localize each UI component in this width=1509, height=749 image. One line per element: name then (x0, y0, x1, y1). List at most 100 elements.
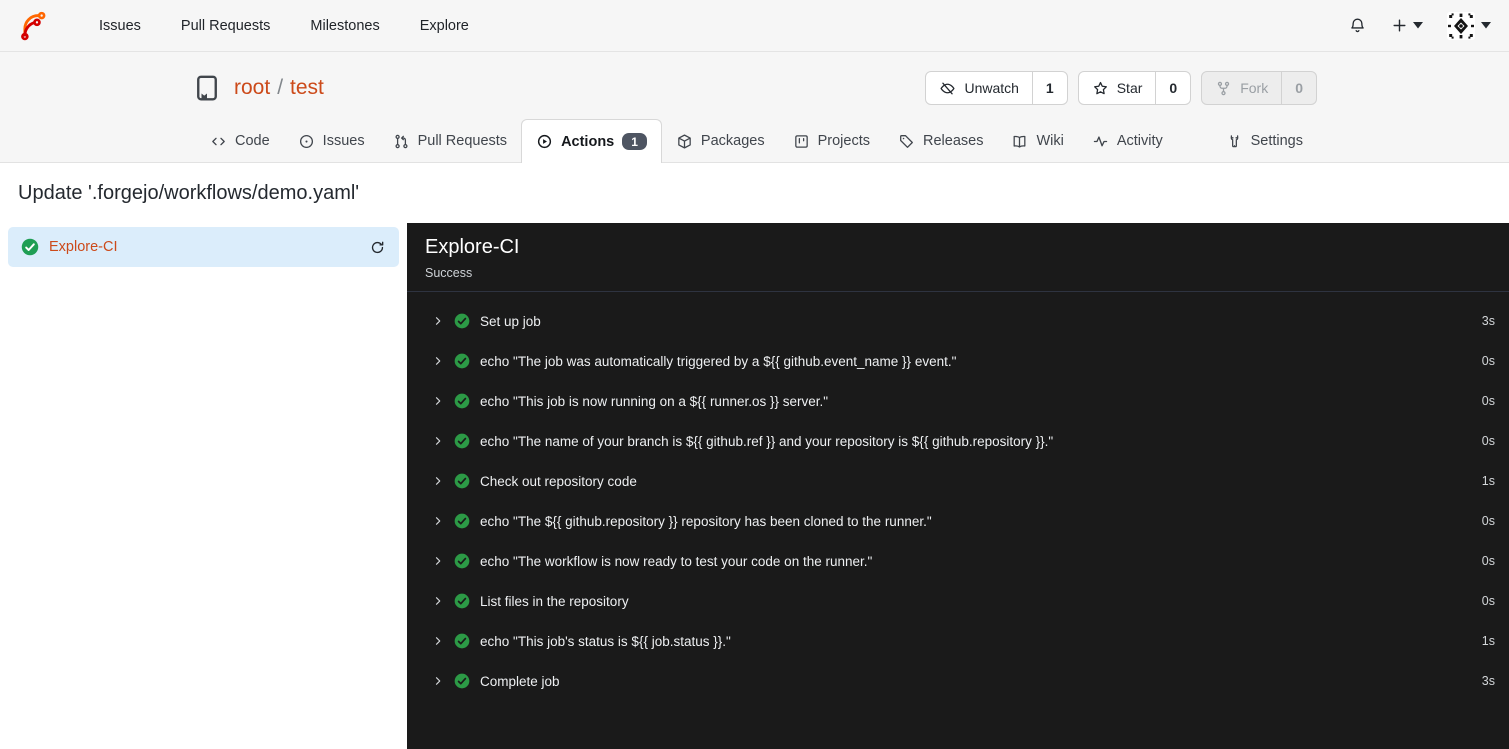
check-circle-icon (454, 513, 470, 529)
step-name: echo "The name of your branch is ${{ git… (480, 433, 1054, 449)
tab-packages-label: Packages (700, 133, 765, 149)
job-title: Explore-CI (425, 236, 520, 258)
step-duration: 0s (1481, 394, 1495, 408)
user-avatar[interactable] (1447, 11, 1475, 40)
chevron-down-icon (1413, 22, 1423, 29)
unwatch-button[interactable]: Unwatch 1 (925, 71, 1068, 105)
step-name: List files in the repository (480, 593, 629, 609)
chevron-right-icon[interactable] (432, 635, 444, 647)
watch-count[interactable]: 1 (1031, 72, 1067, 104)
step-row[interactable]: Complete job 3s (407, 661, 1509, 701)
pull-request-icon (395, 134, 408, 148)
step-duration: 0s (1481, 354, 1495, 368)
tab-actions[interactable]: Actions 1 (521, 119, 662, 163)
check-circle-icon (454, 633, 470, 649)
tab-settings[interactable]: Settings (1212, 120, 1317, 162)
nav-issues[interactable]: Issues (79, 0, 161, 52)
job-status: Success (425, 266, 473, 280)
actions-count-badge: 1 (622, 133, 647, 150)
tab-wiki[interactable]: Wiki (997, 120, 1077, 162)
tab-releases[interactable]: Releases (884, 120, 997, 162)
chevron-right-icon[interactable] (432, 395, 444, 407)
star-button[interactable]: Star 0 (1077, 71, 1192, 105)
step-duration: 1s (1481, 474, 1495, 488)
step-row[interactable]: echo "The ${{ github.repository }} repos… (407, 501, 1509, 541)
project-board-icon (794, 134, 808, 148)
step-name: echo "This job is now running on a ${{ r… (480, 393, 829, 409)
fork-label: Fork (1240, 80, 1269, 96)
step-name: Complete job (480, 673, 560, 689)
tag-icon (900, 134, 913, 148)
chevron-right-icon[interactable] (432, 595, 444, 607)
step-name: Set up job (480, 313, 541, 329)
nav-pull-requests[interactable]: Pull Requests (161, 0, 290, 52)
repo-breadcrumb: root / test (234, 76, 324, 100)
step-row[interactable]: echo "This job is now running on a ${{ r… (407, 381, 1509, 421)
check-circle-icon (454, 353, 470, 369)
primary-nav: Issues Pull Requests Milestones Explore (79, 0, 489, 52)
repository-book-icon (192, 73, 222, 103)
tab-releases-label: Releases (923, 133, 984, 149)
step-row[interactable]: echo "The name of your branch is ${{ git… (407, 421, 1509, 461)
job-log-panel: Explore-CI Success Set up job 3s echo "T… (407, 223, 1509, 749)
step-row[interactable]: echo "The workflow is now ready to test … (407, 541, 1509, 581)
chevron-right-icon[interactable] (432, 675, 444, 687)
tab-packages[interactable]: Packages (662, 120, 779, 162)
step-duration: 0s (1481, 514, 1495, 528)
tab-projects[interactable]: Projects (779, 120, 884, 162)
run-view: Explore-CI Explore-CI Success Set up job… (0, 223, 1509, 749)
job-name: Explore-CI (49, 239, 118, 255)
check-circle-icon (454, 673, 470, 689)
fork-button[interactable]: Fork 0 (1201, 71, 1317, 105)
create-new-button[interactable] (1391, 17, 1423, 34)
chevron-right-icon[interactable] (432, 355, 444, 367)
tab-issues[interactable]: Issues (284, 120, 379, 162)
step-row[interactable]: List files in the repository 0s (407, 581, 1509, 621)
success-check-icon (21, 238, 39, 256)
eye-off-icon (940, 82, 955, 94)
step-row[interactable]: Set up job 3s (407, 301, 1509, 341)
nav-milestones[interactable]: Milestones (290, 0, 399, 52)
issue-circle-icon (299, 134, 313, 148)
tab-issues-label: Issues (322, 133, 365, 149)
step-row[interactable]: echo "The job was automatically triggere… (407, 341, 1509, 381)
top-navbar: Issues Pull Requests Milestones Explore (0, 0, 1509, 52)
repo-header: root / test Unwatch 1 Star 0 Fork 0 Code… (0, 52, 1509, 163)
chevron-right-icon[interactable] (432, 555, 444, 567)
run-title-bar: Update '.forgejo/workflows/demo.yaml' (0, 163, 1509, 223)
step-duration: 3s (1481, 314, 1495, 328)
chevron-right-icon[interactable] (432, 475, 444, 487)
check-circle-icon (454, 393, 470, 409)
chevron-right-icon[interactable] (432, 315, 444, 327)
tab-wiki-label: Wiki (1036, 133, 1064, 149)
fork-icon (1218, 81, 1230, 95)
job-log-header: Explore-CI Success (407, 223, 1509, 292)
nav-explore[interactable]: Explore (400, 0, 489, 52)
star-count[interactable]: 0 (1155, 72, 1190, 104)
forgejo-logo-icon[interactable] (18, 9, 51, 42)
step-list: Set up job 3s echo "The job was automati… (407, 292, 1509, 701)
play-circle-icon (537, 134, 552, 149)
fork-count: 0 (1281, 72, 1316, 104)
tab-code[interactable]: Code (196, 120, 284, 162)
navbar-right (1348, 11, 1491, 40)
tab-pull-requests-label: Pull Requests (417, 133, 508, 149)
check-circle-icon (454, 433, 470, 449)
tab-pull-requests[interactable]: Pull Requests (379, 120, 521, 162)
chevron-right-icon[interactable] (432, 435, 444, 447)
tools-icon (1230, 134, 1238, 147)
notifications-bell-icon[interactable] (1348, 16, 1367, 35)
job-list-item-explore-ci[interactable]: Explore-CI (8, 227, 399, 267)
rerun-refresh-icon[interactable] (369, 239, 386, 256)
repo-tabs: Code Issues Pull Requests Actions 1 Pack… (192, 118, 1317, 163)
unwatch-label: Unwatch (964, 80, 1019, 96)
step-row[interactable]: Check out repository code 1s (407, 461, 1509, 501)
user-menu[interactable] (1447, 11, 1491, 40)
chevron-down-icon (1481, 22, 1491, 29)
pulse-icon (1093, 135, 1108, 146)
repo-name-link[interactable]: test (290, 76, 324, 100)
chevron-right-icon[interactable] (432, 515, 444, 527)
step-row[interactable]: echo "This job's status is ${{ job.statu… (407, 621, 1509, 661)
tab-activity[interactable]: Activity (1078, 120, 1177, 162)
repo-owner-link[interactable]: root (234, 76, 270, 100)
